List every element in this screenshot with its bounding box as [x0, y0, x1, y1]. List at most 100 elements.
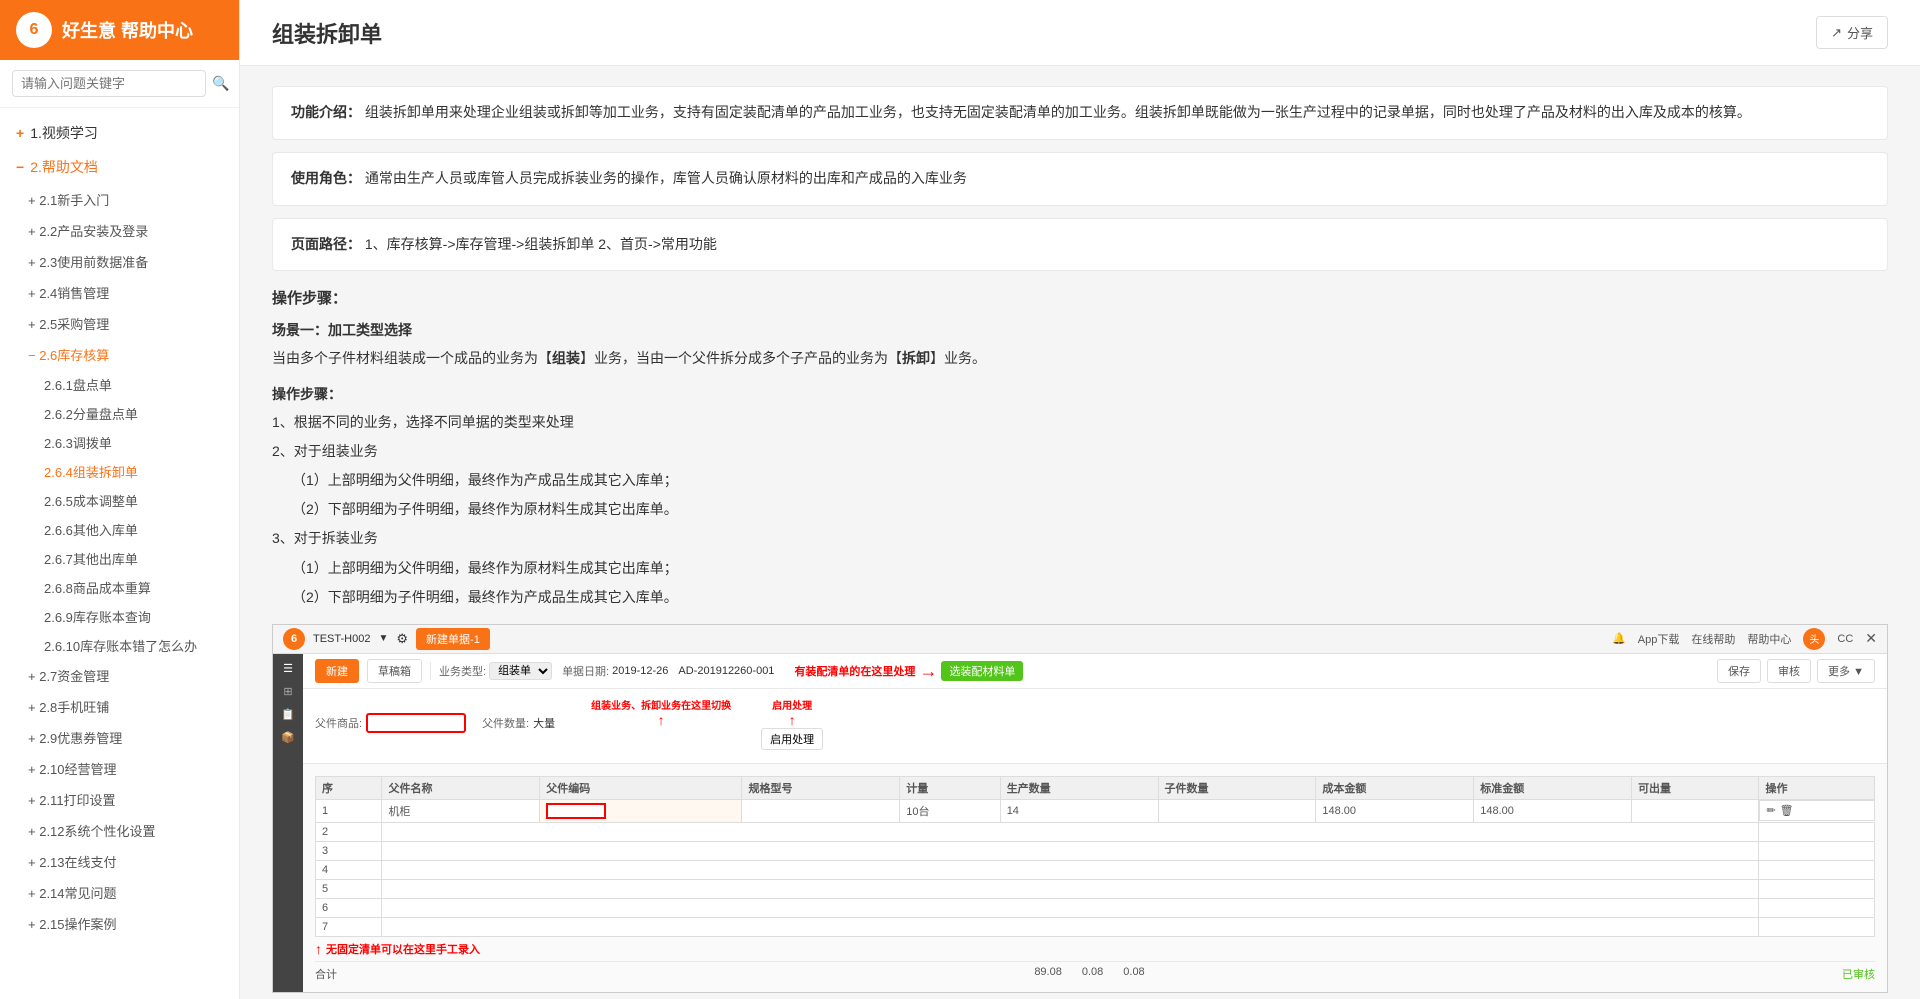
settings-icon[interactable]: ⚙ — [396, 631, 408, 647]
share-button[interactable]: ↗ 分享 — [1816, 16, 1888, 49]
cell-seq: 2 — [316, 822, 382, 841]
sidebar-item-print[interactable]: + 2.11打印设置 — [28, 784, 239, 815]
sidebar-item-sysconfig[interactable]: + 2.12系统个性化设置 — [28, 815, 239, 846]
dropdown-icon: ▼ — [378, 633, 388, 644]
table-row: 7 — [316, 917, 1875, 936]
notification-icon[interactable]: 🔔 — [1612, 632, 1626, 645]
type-select[interactable]: 组装单 拆卸单 — [489, 662, 552, 680]
sidebar-menu-icon[interactable]: ☰ — [283, 662, 293, 675]
action-buttons: 保存 审核 更多 ▼ — [1717, 659, 1875, 683]
sidebar-item-onlinepay[interactable]: + 2.13在线支付 — [28, 846, 239, 877]
topbar-right: 🔔 App下载 在线帮助 帮助中心 头 CC ✕ — [1612, 628, 1877, 650]
sidebar-item-cases[interactable]: + 2.15操作案例 — [28, 908, 239, 939]
draft-tab-button[interactable]: 草稿箱 — [367, 659, 422, 683]
plus-icon: + — [28, 255, 39, 270]
plus-icon: + — [28, 824, 39, 839]
search-input[interactable] — [12, 70, 206, 97]
new-tab-button[interactable]: 新建 — [315, 659, 359, 683]
sidebar-item-costadjust[interactable]: 2.6.5成本调整单 — [44, 486, 239, 515]
table-row: 3 — [316, 841, 1875, 860]
qty-value: 大量 — [533, 715, 555, 731]
sidebar-item-newcomer[interactable]: + 2.1新手入门 — [28, 184, 239, 215]
col-produce-qty: 生产数量 — [1000, 776, 1158, 799]
cell-unit: 10台 — [900, 799, 1000, 822]
sidebar-item-assembly[interactable]: 2.6.4组装拆卸单 — [44, 457, 239, 486]
search-button[interactable]: 🔍 — [212, 75, 229, 92]
col-seq: 序 — [316, 776, 382, 799]
more-button[interactable]: 更多 ▼ — [1817, 659, 1875, 683]
sidebar-item-video[interactable]: + 1.视频学习 — [0, 116, 239, 150]
cell-cost: 148.00 — [1316, 799, 1474, 822]
cell-name: 机柜 — [382, 799, 540, 822]
enable-button[interactable]: 启用处理 — [761, 728, 823, 750]
sidebar-item-otherinstock[interactable]: 2.6.6其他入库单 — [44, 515, 239, 544]
sidebar-item-prepare[interactable]: + 2.3使用前数据准备 — [28, 246, 239, 277]
sidebar-item-stocktake[interactable]: 2.6.1盘点单 — [44, 370, 239, 399]
screenshot-container: 6 TEST-H002 ▼ ⚙ 新建单据-1 🔔 App下载 在线帮助 帮助中心… — [272, 624, 1888, 993]
mini-sidebar: ☰ ⊞ 📋 📦 — [273, 654, 303, 992]
avatar: 头 — [1803, 628, 1825, 650]
intro-block: 功能介绍： 组装拆卸单用来处理企业组装或拆卸等加工业务，支持有固定装配清单的产品… — [272, 86, 1888, 140]
plus-icon: + — [28, 731, 39, 746]
divider — [430, 662, 431, 680]
delete-icon[interactable]: 🗑 — [1780, 804, 1794, 817]
annotation3-wrapper: 组装业务、拆卸业务在这里切换 ↑ — [591, 697, 731, 728]
plus-icon: + — [28, 855, 39, 870]
sidebar-item-faq[interactable]: + 2.14常见问题 — [28, 877, 239, 908]
parent-item-input[interactable] — [366, 713, 466, 733]
sidebar-item-mobile[interactable]: + 2.8手机旺铺 — [28, 691, 239, 722]
arrow5: ↑ — [315, 941, 322, 957]
sidebar-item-install[interactable]: + 2.2产品安装及登录 — [28, 215, 239, 246]
app-body: ☰ ⊞ 📋 📦 新建 草稿箱 业务类型: — [273, 654, 1887, 992]
edit-icon[interactable]: ✏ — [1766, 804, 1775, 817]
inventory-subnav: 2.6.1盘点单 2.6.2分量盘点单 2.6.3调拨单 2.6.4组装拆卸单 … — [28, 370, 239, 660]
table-row: 5 — [316, 879, 1875, 898]
sidebar-item-purchase[interactable]: + 2.5采购管理 — [28, 308, 239, 339]
total-val1: 89.08 — [1034, 966, 1062, 982]
new-record-button[interactable]: 新建单据-1 — [416, 628, 490, 650]
audit-button[interactable]: 审核 — [1767, 659, 1811, 683]
annotation3-text: 组装业务、拆卸业务在这里切换 — [591, 697, 731, 712]
save-button[interactable]: 保存 — [1717, 659, 1761, 683]
arrow1: → — [919, 662, 937, 680]
sidebar-item-stockquery[interactable]: 2.6.9库存账本查询 — [44, 602, 239, 631]
qty-label: 父件数量: — [482, 715, 529, 731]
cell-avail — [1632, 799, 1759, 822]
plus-icon: + — [28, 193, 39, 208]
code-input[interactable] — [546, 803, 606, 819]
sidebar-item-stockerror[interactable]: 2.6.10库存账本错了怎么办 — [44, 631, 239, 660]
sidebar-item-goodscost[interactable]: 2.6.8商品成本重算 — [44, 573, 239, 602]
expand-icon: + — [16, 125, 24, 141]
help-text: 在线帮助 — [1691, 631, 1735, 647]
plus-icon: + — [28, 700, 39, 715]
sidebar-item-sales[interactable]: + 2.4销售管理 — [28, 277, 239, 308]
sidebar-item-operation[interactable]: + 2.10经营管理 — [28, 753, 239, 784]
sidebar-item-split[interactable]: 2.6.2分量盘点单 — [44, 399, 239, 428]
cell-subqty — [1158, 799, 1316, 822]
sidebar-item-transfer[interactable]: 2.6.3调拨单 — [44, 428, 239, 457]
sidebar-icon-1[interactable]: ⊞ — [283, 685, 292, 698]
sidebar-item-otheroutstock[interactable]: 2.6.7其他出库单 — [44, 544, 239, 573]
sidebar-item-inventory[interactable]: − 2.6库存核算 — [28, 339, 239, 370]
plus-icon: + — [28, 317, 39, 332]
cell-code[interactable] — [540, 799, 742, 822]
sidebar-icon-3[interactable]: 📦 — [281, 731, 295, 744]
assembly-list-button[interactable]: 选装配材料单 — [941, 661, 1023, 681]
cell-empty — [382, 879, 1759, 898]
sidebar-item-capital[interactable]: + 2.7资金管理 — [28, 660, 239, 691]
sidebar-item-docs[interactable]: − 2.帮助文档 — [0, 150, 239, 184]
sidebar-item-coupon[interactable]: + 2.9优惠券管理 — [28, 722, 239, 753]
path-block: 页面路径： 1、库存核算->库存管理->组装拆卸单 2、首页->常用功能 — [272, 218, 1888, 272]
annotation5-text: 无固定清单可以在这里手工录入 — [326, 941, 480, 957]
step3: 3、对于拆装业务 — [272, 526, 1888, 551]
parent-item-field: 父件商品: — [315, 713, 466, 733]
sidebar-icon-2[interactable]: 📋 — [281, 708, 295, 721]
logo-icon: 6 — [16, 12, 52, 48]
nav-list: + 1.视频学习 − 2.帮助文档 + 2.1新手入门 + 2.2产品安装及登录… — [0, 108, 239, 999]
plus-icon: + — [28, 286, 39, 301]
close-icon[interactable]: ✕ — [1865, 630, 1877, 647]
path-label: 页面路径： — [291, 236, 361, 252]
cell-op — [1759, 898, 1875, 917]
minus-icon: − — [28, 348, 39, 363]
main-header: 组装拆卸单 ↗ 分享 — [240, 0, 1920, 66]
